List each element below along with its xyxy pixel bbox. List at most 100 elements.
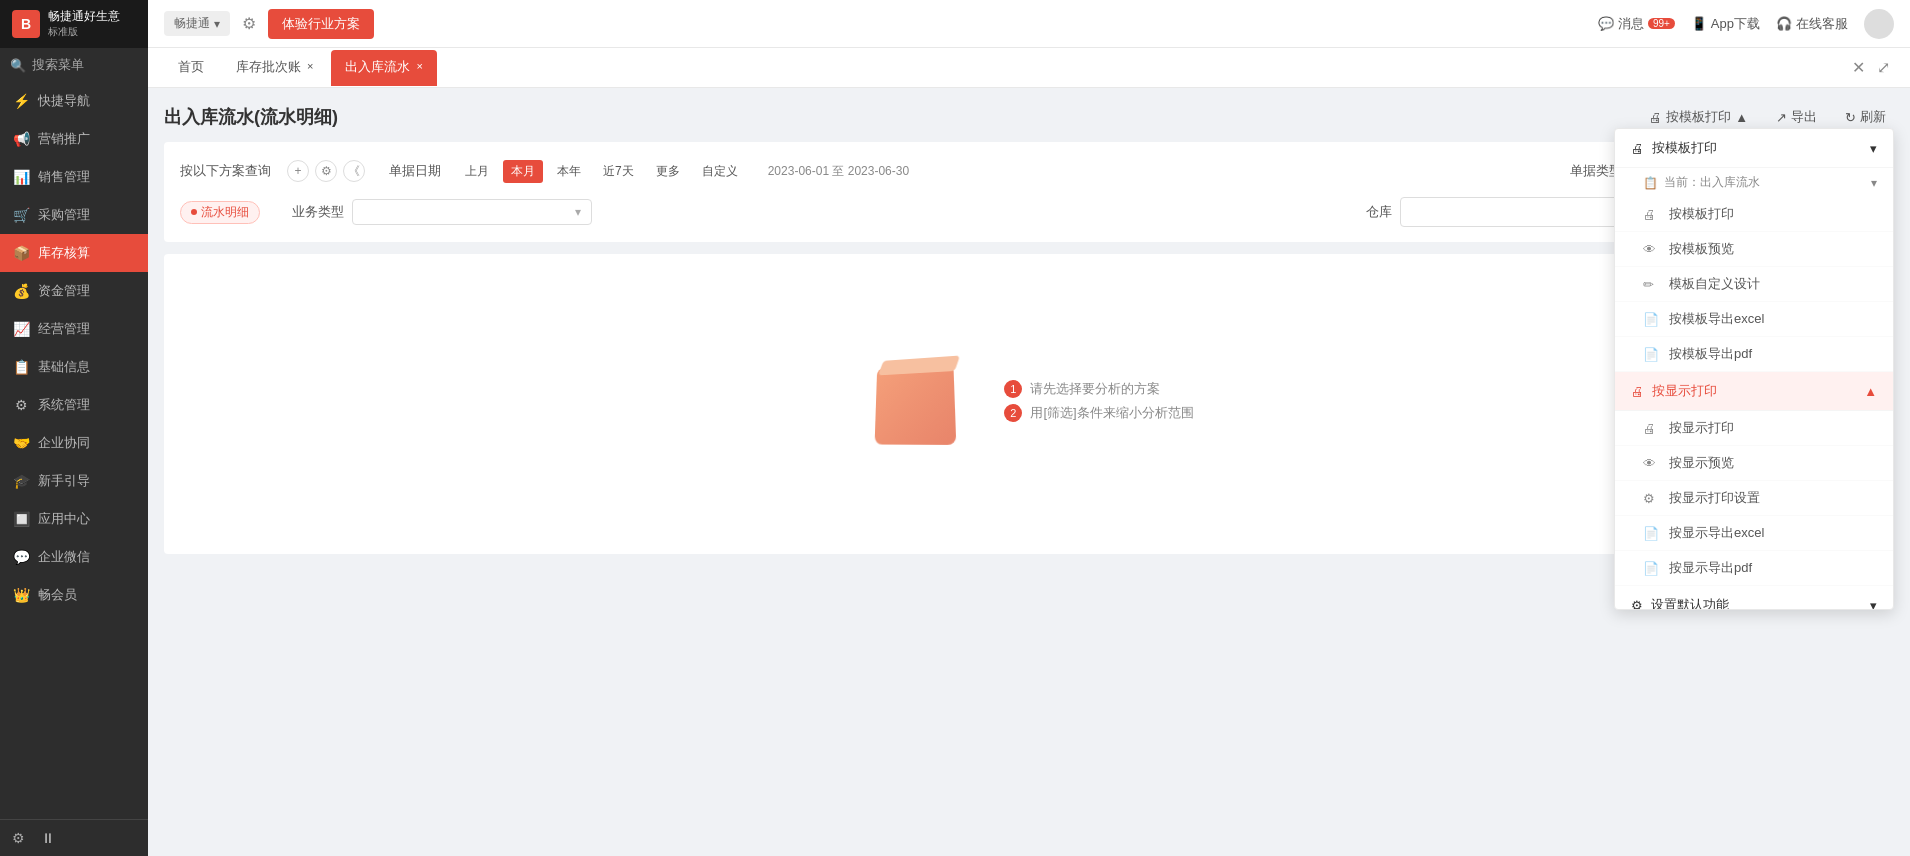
display-print-header-icon: 🖨	[1631, 384, 1644, 399]
message-button[interactable]: 💬 消息 99+	[1598, 15, 1675, 33]
filter-settings-button[interactable]: ⚙	[315, 160, 337, 182]
date-btn-more[interactable]: 更多	[648, 160, 688, 183]
topbar-gear-icon[interactable]: ⚙	[242, 14, 256, 33]
sidebar-item-label: 企业微信	[38, 548, 90, 566]
page-content: 出入库流水(流水明细) 🖨 按模板打印 ▲ ↗ 导出 ↻ 刷新	[148, 88, 1910, 856]
search-icon: 🔍	[10, 58, 26, 73]
tab-close-all-button[interactable]: ✕	[1848, 54, 1869, 81]
tab-expand-button[interactable]: ⤢	[1873, 54, 1894, 81]
user-name: 畅捷通	[174, 15, 210, 32]
printer-icon: 🖨	[1649, 110, 1662, 125]
date-btn-7days[interactable]: 近7天	[595, 160, 642, 183]
template-print-item[interactable]: 🖨 按模板打印	[1615, 197, 1893, 232]
sidebar-item-appstore[interactable]: 🔲 应用中心	[0, 500, 148, 538]
display-print-label: 按显示打印	[1669, 419, 1734, 437]
current-arrow: ▾	[1871, 176, 1877, 190]
tip-num-1: 1	[1004, 380, 1022, 398]
sidebar-item-marketing[interactable]: 📢 营销推广	[0, 120, 148, 158]
user-avatar[interactable]	[1864, 9, 1894, 39]
section2-arrow: ▲	[1864, 384, 1877, 399]
date-filter-buttons: 上月 本月 本年 近7天 更多 自定义	[457, 160, 746, 183]
template-preview-label: 按模板预览	[1669, 240, 1734, 258]
template-excel-icon: 📄	[1643, 312, 1659, 327]
refresh-button[interactable]: ↻ 刷新	[1837, 104, 1894, 130]
sidebar-item-quick-nav[interactable]: ⚡ 快捷导航	[0, 82, 148, 120]
tab-batch-account[interactable]: 库存批次账 ×	[222, 50, 327, 86]
display-print-section-header[interactable]: 🖨 按显示打印 ▲	[1615, 372, 1893, 411]
sidebar-item-system[interactable]: ⚙ 系统管理	[0, 386, 148, 424]
tab-home[interactable]: 首页	[164, 50, 218, 86]
sidebar-settings-icon[interactable]: ⚙	[12, 830, 25, 846]
sidebar-item-guide[interactable]: 🎓 新手引导	[0, 462, 148, 500]
template-print-section-header[interactable]: 🖨 按模板打印 ▾	[1615, 129, 1893, 168]
warehouse-label: 仓库	[1366, 203, 1392, 221]
display-pdf-label: 按显示导出pdf	[1669, 559, 1752, 577]
warehouse-select[interactable]: ···	[1400, 197, 1640, 227]
display-settings-icon: ⚙	[1643, 491, 1659, 506]
template-preview-icon: 👁	[1643, 242, 1659, 257]
date-btn-this-month[interactable]: 本月	[503, 160, 543, 183]
filter-actions: + ⚙ 《	[287, 160, 365, 182]
default-settings-label: 设置默认功能	[1651, 596, 1729, 609]
sidebar-item-collab[interactable]: 🤝 企业协同	[0, 424, 148, 462]
display-excel-item[interactable]: 📄 按显示导出excel	[1615, 516, 1893, 551]
filter-collapse-icon[interactable]: 《	[343, 160, 365, 182]
sidebar-search[interactable]: 🔍 搜索菜单	[0, 48, 148, 82]
sidebar-item-wechat[interactable]: 💬 企业微信	[0, 538, 148, 576]
default-settings-icon: ⚙	[1631, 598, 1643, 610]
sidebar-toggle-icon[interactable]: ⏸	[41, 830, 55, 846]
sidebar-item-label: 库存核算	[38, 244, 90, 262]
tab-flow-close[interactable]: ×	[416, 61, 422, 72]
app-download-button[interactable]: 📱 App下载	[1691, 15, 1760, 33]
template-preview-item[interactable]: 👁 按模板预览	[1615, 232, 1893, 267]
dropdown-arrow-icon: ▾	[214, 17, 220, 31]
display-print-settings-item[interactable]: ⚙ 按显示打印设置	[1615, 481, 1893, 516]
current-template-icon: 📋	[1643, 176, 1658, 190]
sidebar-item-label: 系统管理	[38, 396, 90, 414]
quick-nav-icon: ⚡	[12, 93, 30, 109]
sidebar-item-basic[interactable]: 📋 基础信息	[0, 348, 148, 386]
message-icon: 💬	[1598, 16, 1614, 31]
refresh-icon: ↻	[1845, 110, 1856, 125]
trial-button[interactable]: 体验行业方案	[268, 9, 374, 39]
marketing-icon: 📢	[12, 131, 30, 147]
sidebar-item-finance[interactable]: 💰 资金管理	[0, 272, 148, 310]
display-pdf-item[interactable]: 📄 按显示导出pdf	[1615, 551, 1893, 586]
date-btn-custom[interactable]: 自定义	[694, 160, 746, 183]
sidebar-item-label: 畅会员	[38, 586, 77, 604]
sidebar-item-vip[interactable]: 👑 畅会员	[0, 576, 148, 614]
app-download-label: App下载	[1711, 15, 1760, 33]
filter-add-button[interactable]: +	[287, 160, 309, 182]
app-download-icon: 📱	[1691, 16, 1707, 31]
topbar-user[interactable]: 畅捷通 ▾	[164, 11, 230, 36]
date-btn-this-year[interactable]: 本年	[549, 160, 589, 183]
print-template-label: 按模板打印	[1666, 108, 1731, 126]
empty-tip-2: 2 用[筛选]条件来缩小分析范围	[1004, 404, 1193, 422]
sidebar-nav: ⚡ 快捷导航 📢 营销推广 📊 销售管理 🛒 采购管理 📦 库存核算 💰 资金管…	[0, 82, 148, 819]
finance-icon: 💰	[12, 283, 30, 299]
template-print-label: 按模板打印	[1669, 205, 1734, 223]
sidebar-item-operation[interactable]: 📈 经营管理	[0, 310, 148, 348]
template-excel-item[interactable]: 📄 按模板导出excel	[1615, 302, 1893, 337]
sidebar-item-sales[interactable]: 📊 销售管理	[0, 158, 148, 196]
sidebar-item-inventory[interactable]: 📦 库存核算	[0, 234, 148, 272]
sales-icon: 📊	[12, 169, 30, 185]
display-print-item[interactable]: 🖨 按显示打印	[1615, 411, 1893, 446]
tip-text-1: 请先选择要分析的方案	[1030, 380, 1160, 398]
business-type-select[interactable]: ▾	[352, 199, 592, 225]
display-preview-item[interactable]: 👁 按显示预览	[1615, 446, 1893, 481]
tab-batch-close[interactable]: ×	[307, 61, 313, 72]
section1-arrow: ▾	[1870, 141, 1877, 156]
print-template-button[interactable]: 🖨 按模板打印 ▲	[1641, 104, 1756, 130]
template-custom-item[interactable]: ✏ 模板自定义设计	[1615, 267, 1893, 302]
online-service-button[interactable]: 🎧 在线客服	[1776, 15, 1848, 33]
date-btn-last-month[interactable]: 上月	[457, 160, 497, 183]
operation-icon: 📈	[12, 321, 30, 337]
tab-flow[interactable]: 出入库流水 ×	[331, 50, 436, 86]
export-button[interactable]: ↗ 导出	[1768, 104, 1825, 130]
export-label: 导出	[1791, 108, 1817, 126]
default-settings-section-header[interactable]: ⚙ 设置默认功能 ▾	[1615, 586, 1893, 609]
message-label: 消息	[1618, 15, 1644, 33]
template-pdf-item[interactable]: 📄 按模板导出pdf	[1615, 337, 1893, 372]
sidebar-item-purchase[interactable]: 🛒 采购管理	[0, 196, 148, 234]
